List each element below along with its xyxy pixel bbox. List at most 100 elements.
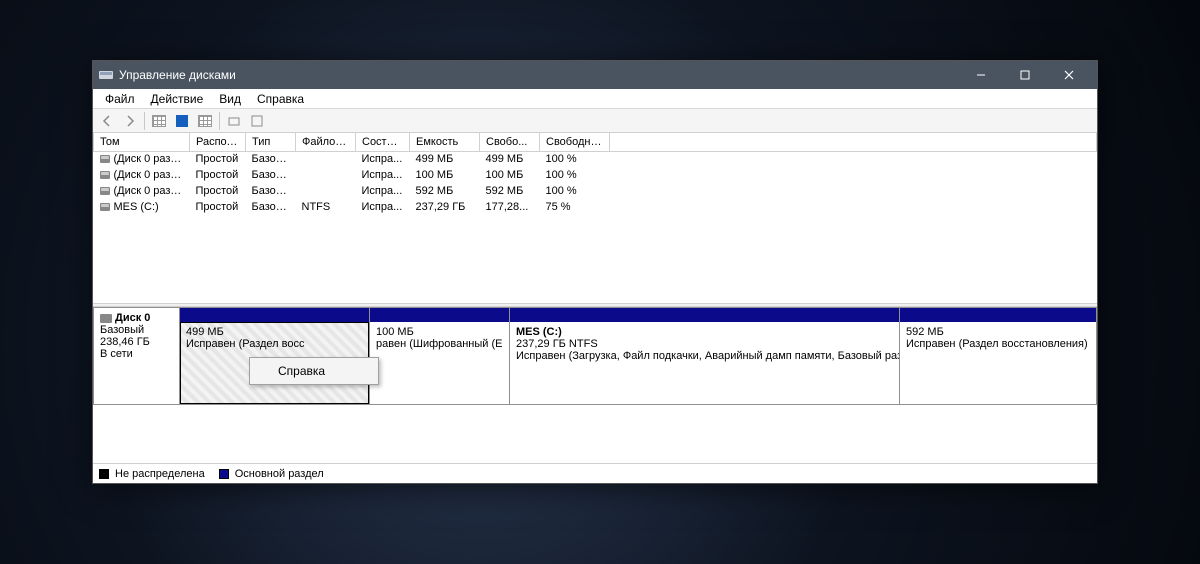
refresh-icon[interactable] [171, 111, 193, 131]
partition[interactable]: 100 МБравен (Шифрованный (E [370, 308, 510, 404]
window-title: Управление дисками [119, 68, 959, 82]
table-row[interactable]: (Диск 0 разде...ПростойБазов... Испра... 1… [94, 167, 1097, 183]
partition-size: 499 МБ [186, 326, 363, 338]
context-menu[interactable]: Справка [249, 357, 379, 385]
legend-primary: Основной раздел [235, 468, 324, 480]
empty-area [93, 405, 1097, 463]
column-headers[interactable]: Том Распол... Тип Файлова... Состоя... Е… [94, 133, 1097, 151]
vol-fs: NTFS [296, 199, 356, 215]
col-free[interactable]: Свобо... [480, 133, 540, 151]
vol-layout: Простой [190, 167, 246, 183]
toolbar-separator [219, 112, 220, 130]
vol-type: Базов... [246, 151, 296, 167]
partition[interactable]: 592 МБИсправен (Раздел восстановления) [900, 308, 1096, 404]
vol-type: Базов... [246, 167, 296, 183]
titlebar[interactable]: Управление дисками [93, 61, 1097, 89]
minimize-button[interactable] [959, 61, 1003, 89]
col-type[interactable]: Тип [246, 133, 296, 151]
volume-icon [100, 187, 110, 195]
col-capacity[interactable]: Емкость [410, 133, 480, 151]
partition-status: равен (Шифрованный (E [376, 338, 503, 350]
vol-free: 100 МБ [480, 167, 540, 183]
partition-stripe [180, 308, 369, 322]
disk-online: В сети [100, 348, 173, 360]
col-status[interactable]: Состоя... [356, 133, 410, 151]
view-list-icon[interactable] [148, 111, 170, 131]
vol-free: 592 МБ [480, 183, 540, 199]
vol-free: 177,28... [480, 199, 540, 215]
vol-layout: Простой [190, 199, 246, 215]
menu-action[interactable]: Действие [143, 90, 212, 108]
vol-status: Испра... [356, 151, 410, 167]
col-layout[interactable]: Распол... [190, 133, 246, 151]
vol-free: 499 МБ [480, 151, 540, 167]
properties-icon[interactable] [223, 111, 245, 131]
vol-fs [296, 183, 356, 199]
vol-freepct: 100 % [540, 151, 610, 167]
vol-name: MES (C:) [114, 201, 159, 213]
vol-capacity: 499 МБ [410, 151, 480, 167]
partition-stripe [510, 308, 899, 322]
vol-fs [296, 167, 356, 183]
disk-info[interactable]: Диск 0 Базовый 238,46 ГБ В сети [93, 307, 179, 405]
help-icon[interactable] [246, 111, 268, 131]
volume-list[interactable]: Том Распол... Тип Файлова... Состоя... Е… [93, 133, 1097, 303]
vol-fs [296, 151, 356, 167]
disk-mgmt-icon [99, 69, 113, 81]
vol-status: Испра... [356, 183, 410, 199]
disk-icon [100, 314, 112, 323]
partition-status: Исправен (Раздел восстановления) [906, 338, 1090, 350]
partition-size: 237,29 ГБ NTFS [516, 338, 893, 350]
table-row[interactable]: (Диск 0 разде...ПростойБазов...Испра...4… [94, 151, 1097, 167]
disk-map: Диск 0 Базовый 238,46 ГБ В сети 499 МБИс… [93, 307, 1097, 405]
menu-file[interactable]: Файл [97, 90, 143, 108]
volume-icon [100, 155, 110, 163]
partition-status: Исправен (Раздел восс [186, 338, 363, 350]
disk-label: Диск 0 [115, 312, 150, 324]
vol-freepct: 75 % [540, 199, 610, 215]
toolbar [93, 109, 1097, 133]
table-row[interactable]: MES (C:) ПростойБазов...NTFSИспра...237,2… [94, 199, 1097, 215]
volume-icon [100, 203, 110, 211]
partition-size: 592 МБ [906, 326, 1090, 338]
menu-help[interactable]: Справка [249, 90, 312, 108]
swatch-primary-icon [219, 469, 229, 479]
disk-size: 238,46 ГБ [100, 336, 173, 348]
ctx-help[interactable]: Справка [252, 360, 376, 382]
partition-size: 100 МБ [376, 326, 503, 338]
vol-type: Базов... [246, 199, 296, 215]
vol-layout: Простой [190, 151, 246, 167]
menu-view[interactable]: Вид [211, 90, 249, 108]
vol-name: (Диск 0 разде... [114, 185, 190, 197]
vol-freepct: 100 % [540, 167, 610, 183]
vol-name: (Диск 0 разде... [114, 153, 190, 165]
partition-stripe [900, 308, 1096, 322]
disk-type: Базовый [100, 324, 173, 336]
partition-stripe [370, 308, 509, 322]
partitions: 499 МБИсправен (Раздел восс100 МБравен (… [179, 307, 1097, 405]
col-freepct[interactable]: Свободно... [540, 133, 610, 151]
partition-status: Исправен (Загрузка, Файл подкачки, Авари… [516, 350, 893, 362]
nav-back-icon[interactable] [96, 111, 118, 131]
legend: Не распределена Основной раздел [93, 463, 1097, 483]
vol-status: Испра... [356, 199, 410, 215]
legend-unallocated: Не распределена [115, 468, 205, 480]
table-row[interactable]: (Диск 0 разде...ПростойБазов... Испра... 5… [94, 183, 1097, 199]
nav-fwd-icon[interactable] [119, 111, 141, 131]
vol-status: Испра... [356, 167, 410, 183]
vol-freepct: 100 % [540, 183, 610, 199]
view-grid-icon[interactable] [194, 111, 216, 131]
maximize-button[interactable] [1003, 61, 1047, 89]
vol-layout: Простой [190, 183, 246, 199]
col-volume[interactable]: Том [94, 133, 190, 151]
col-fs[interactable]: Файлова... [296, 133, 356, 151]
vol-name: (Диск 0 разде... [114, 169, 190, 181]
partition[interactable]: MES (C:)237,29 ГБ NTFSИсправен (Загрузка… [510, 308, 900, 404]
vol-type: Базов... [246, 183, 296, 199]
close-button[interactable] [1047, 61, 1091, 89]
disk-management-window: Управление дисками Файл Действие Вид Спр… [92, 60, 1098, 484]
vol-capacity: 237,29 ГБ [410, 199, 480, 215]
partition[interactable]: 499 МБИсправен (Раздел восс [180, 308, 370, 404]
menubar: Файл Действие Вид Справка [93, 89, 1097, 109]
toolbar-separator [144, 112, 145, 130]
